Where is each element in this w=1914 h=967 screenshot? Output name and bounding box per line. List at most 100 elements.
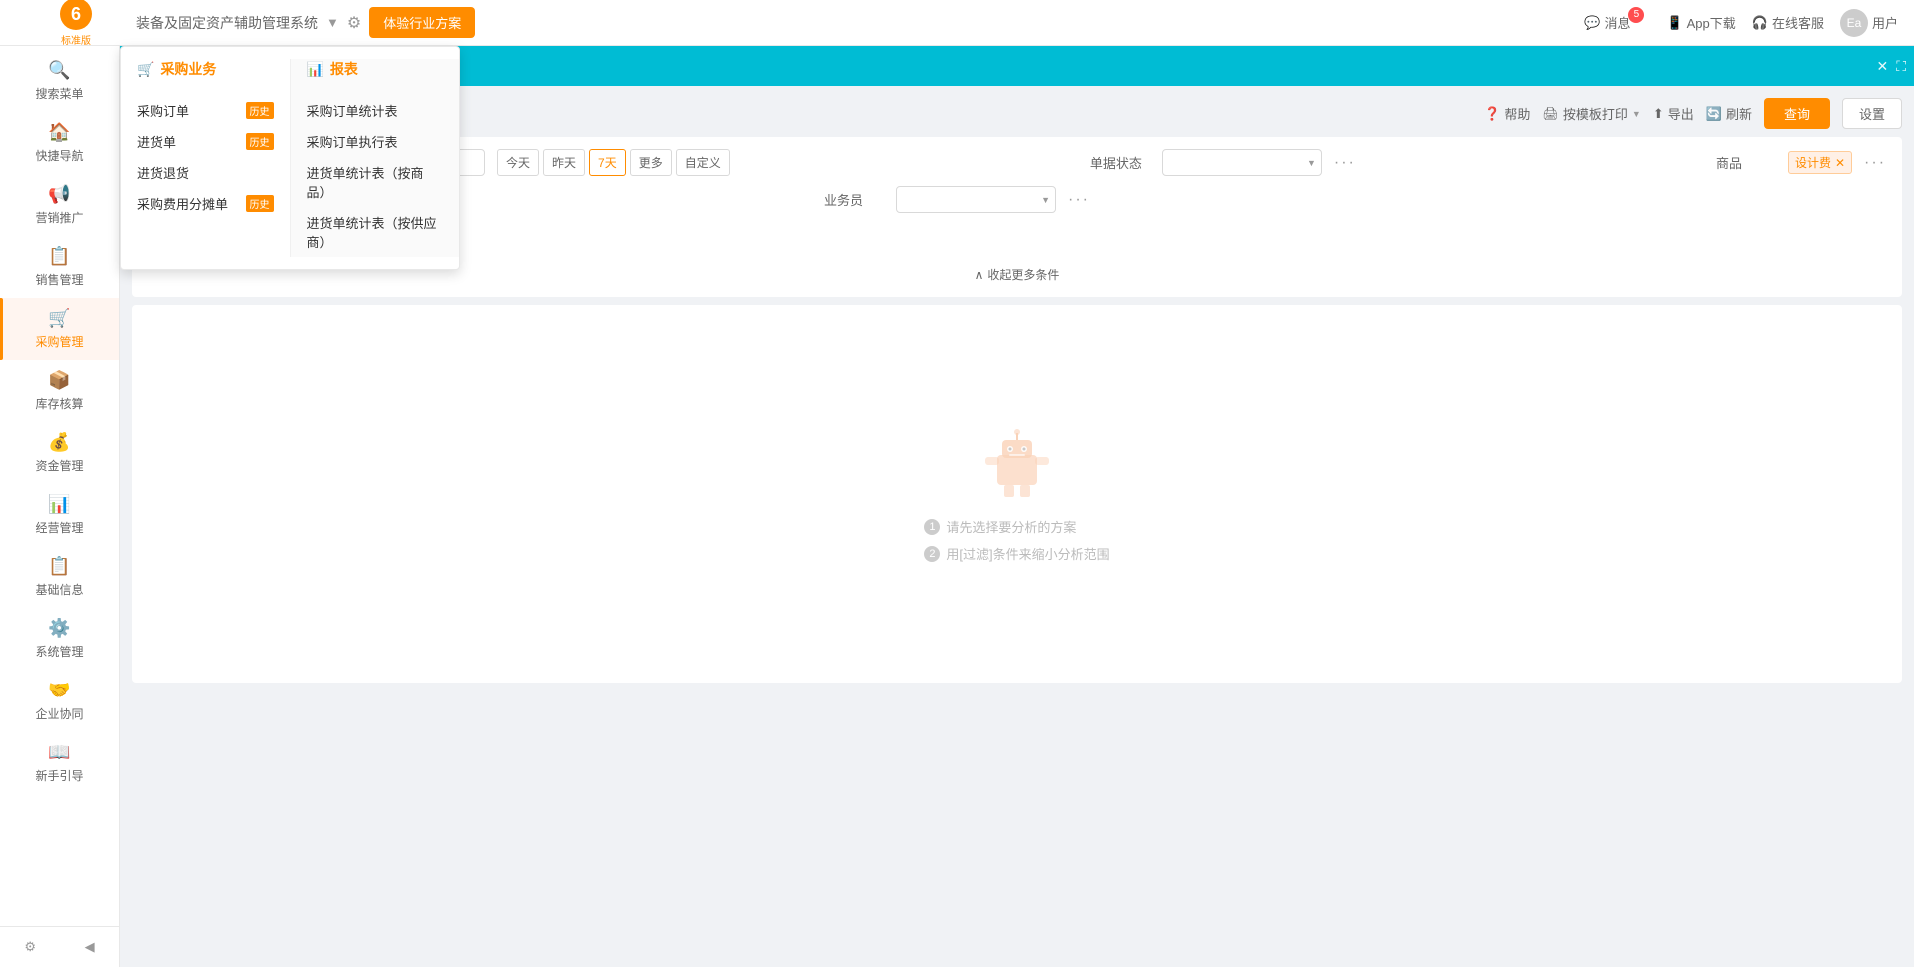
menu-item-order-stats[interactable]: 采购订单统计表 — [307, 95, 444, 126]
sidebar-item-operations[interactable]: 📊 经营管理 — [0, 484, 119, 546]
purchase-icon: 🛒 — [48, 308, 70, 329]
sidebar-item-quick-nav[interactable]: 🏠 快捷导航 — [0, 112, 119, 174]
sidebar-item-inventory[interactable]: 📦 库存核算 — [0, 360, 119, 422]
message-btn[interactable]: 💬 消息 5 — [1584, 13, 1650, 32]
query-btn[interactable]: 查询 — [1764, 98, 1830, 129]
operations-icon: 📊 — [48, 494, 70, 515]
tab-close-all-icon[interactable]: ✕ — [1876, 58, 1888, 75]
app-download-label: App下载 — [1687, 13, 1736, 32]
empty-tips: 1 请先选择要分析的方案 2 用[过滤]条件来缩小分析范围 — [924, 517, 1109, 563]
menu-section-purchase: 🛒 采购业务 采购订单 历史 进货单 历史 进货退货 采购费用分摊单 历史 — [121, 59, 290, 257]
menu-item-order-exec-label: 采购订单执行表 — [307, 132, 398, 151]
menu-item-receipt-supplier[interactable]: 进货单统计表（按供应商） — [307, 207, 444, 257]
print-icon: 🖨 — [1542, 106, 1559, 122]
sidebar-label-finance: 资金管理 — [35, 457, 83, 474]
help-label: 帮助 — [1504, 104, 1530, 123]
sidebar-item-marketing[interactable]: 📢 营销推广 — [0, 174, 119, 236]
quick-btn-today[interactable]: 今天 — [497, 149, 539, 176]
help-btn[interactable]: ❓ 帮助 — [1484, 104, 1530, 123]
menu-item-purchase-return[interactable]: 进货退货 — [137, 157, 274, 188]
voucher-status-select[interactable] — [1162, 149, 1322, 176]
quick-btn-7days[interactable]: 7天 — [589, 149, 626, 176]
sidebar-item-guide[interactable]: 📖 新手引导 — [0, 732, 119, 794]
quick-btn-yesterday[interactable]: 昨天 — [543, 149, 585, 176]
empty-tip-2: 2 用[过滤]条件来缩小分析范围 — [924, 544, 1109, 563]
menu-section-reports: 📊 报表 采购订单统计表 采购订单执行表 进货单统计表（按商品） 进货单统计表（… — [290, 59, 460, 257]
empty-tip-1-text: 请先选择要分析的方案 — [946, 517, 1076, 536]
sidebar-label-operations: 经营管理 — [35, 519, 83, 536]
menu-section-reports-title: 📊 报表 — [307, 59, 444, 85]
goods-tag: 设计费 ✕ — [1788, 151, 1852, 174]
step-2-num: 2 — [924, 546, 940, 562]
collapse-arrow-icon: ∧ — [975, 268, 984, 282]
sidebar-item-finance[interactable]: 💰 资金管理 — [0, 422, 119, 484]
sidebar-item-cooperation[interactable]: 🤝 企业协同 — [0, 670, 119, 732]
menu-item-order-exec[interactable]: 采购订单执行表 — [307, 126, 444, 157]
sidebar: 🔍 搜索菜单 🏠 快捷导航 📢 营销推广 📋 销售管理 🛒 采购管理 📦 库存核… — [0, 46, 120, 967]
menu-item-purchase-cost[interactable]: 采购费用分摊单 历史 — [137, 188, 274, 219]
help-icon: ❓ — [1484, 106, 1500, 122]
quick-btns: 今天 昨天 7天 更多 自定义 — [497, 149, 730, 176]
menu-item-receipt-supplier-label: 进货单统计表（按供应商） — [307, 213, 444, 251]
online-service-btn[interactable]: 🎧 在线客服 — [1752, 13, 1824, 32]
reports-section-icon: 📊 — [307, 61, 324, 78]
purchase-section-icon: 🛒 — [137, 61, 154, 78]
top-bar-center: 装备及固定资产辅助管理系统 ▼ ⚙ 体验行业方案 — [136, 7, 1584, 38]
refresh-label: 刷新 — [1726, 104, 1752, 123]
top-bar: 6 标准版 装备及固定资产辅助管理系统 ▼ ⚙ 体验行业方案 💬 消息 5 📱 … — [0, 0, 1914, 46]
sidebar-item-search[interactable]: 🔍 搜索菜单 — [0, 50, 119, 112]
goods-ellipsis[interactable]: ··· — [1864, 154, 1886, 172]
empty-illustration — [977, 425, 1057, 505]
salesman-label: 业务员 — [824, 190, 884, 209]
settings-btn[interactable]: 设置 — [1842, 98, 1902, 129]
quick-btn-custom[interactable]: 自定义 — [676, 149, 730, 176]
finance-icon: 💰 — [48, 432, 70, 453]
menu-item-order-stats-label: 采购订单统计表 — [307, 101, 398, 120]
quick-btn-more-date[interactable]: 更多 — [630, 149, 672, 176]
salesman-ellipsis[interactable]: ··· — [1068, 191, 1090, 209]
print-label: 按模板打印 — [1563, 104, 1628, 123]
inventory-icon: 📦 — [48, 370, 70, 391]
purchase-order-history-tag: 历史 — [246, 102, 274, 119]
message-label: 消息 — [1604, 13, 1630, 32]
export-btn[interactable]: ⬆ 导出 — [1653, 104, 1694, 123]
marketing-icon: 📢 — [48, 184, 70, 205]
sidebar-settings-icon[interactable]: ⚙ — [24, 939, 36, 955]
goods-label: 商品 — [1716, 153, 1776, 172]
phone-icon: 📱 — [1666, 15, 1682, 31]
sidebar-item-purchase[interactable]: 🛒 采购管理 — [0, 298, 119, 360]
voucher-status-label: 单据状态 — [1090, 153, 1150, 172]
salesman-select[interactable] — [896, 186, 1056, 213]
voucher-status-ellipsis[interactable]: ··· — [1334, 154, 1356, 172]
refresh-icon: 🔄 — [1706, 106, 1722, 122]
export-icon: ⬆ — [1653, 106, 1664, 122]
menu-item-purchase-order-label: 采购订单 — [137, 101, 189, 120]
sidebar-item-system[interactable]: ⚙️ 系统管理 — [0, 608, 119, 670]
menu-item-receipt-goods[interactable]: 进货单统计表（按商品） — [307, 157, 444, 207]
settings-icon[interactable]: ⚙ — [347, 13, 361, 33]
refresh-btn[interactable]: 🔄 刷新 — [1706, 104, 1752, 123]
tab-expand-icon[interactable]: ⛶ — [1896, 58, 1906, 75]
sidebar-item-sales[interactable]: 📋 销售管理 — [0, 236, 119, 298]
goods-tag-close[interactable]: ✕ — [1835, 156, 1845, 170]
sidebar-item-base-info[interactable]: 📋 基础信息 — [0, 546, 119, 608]
menu-section-purchase-title: 🛒 采购业务 — [137, 59, 274, 85]
purchase-section-label: 采购业务 — [160, 59, 216, 79]
industry-btn[interactable]: 体验行业方案 — [369, 7, 475, 38]
salesman-select-wrapper — [896, 186, 1056, 213]
purchase-receipt-history-tag: 历史 — [246, 133, 274, 150]
logo-sub: 标准版 — [61, 32, 91, 47]
tab-bar-actions: ✕ ⛶ — [1876, 58, 1906, 75]
base-info-icon: 📋 — [48, 556, 70, 577]
print-btn[interactable]: 🖨 按模板打印 ▼ — [1542, 104, 1640, 123]
logo-area: 6 标准版 — [16, 0, 136, 47]
sidebar-collapse-icon[interactable]: ◀ — [85, 939, 95, 955]
dropdown-arrow-icon[interactable]: ▼ — [326, 15, 339, 30]
sidebar-label-inventory: 库存核算 — [35, 395, 83, 412]
menu-item-purchase-order[interactable]: 采购订单 历史 — [137, 95, 274, 126]
menu-item-purchase-receipt[interactable]: 进货单 历史 — [137, 126, 274, 157]
menu-item-receipt-goods-label: 进货单统计表（按商品） — [307, 163, 444, 201]
user-btn[interactable]: Ea 用户 — [1840, 9, 1898, 37]
export-label: 导出 — [1668, 104, 1694, 123]
app-download-btn[interactable]: 📱 App下载 — [1666, 13, 1735, 32]
